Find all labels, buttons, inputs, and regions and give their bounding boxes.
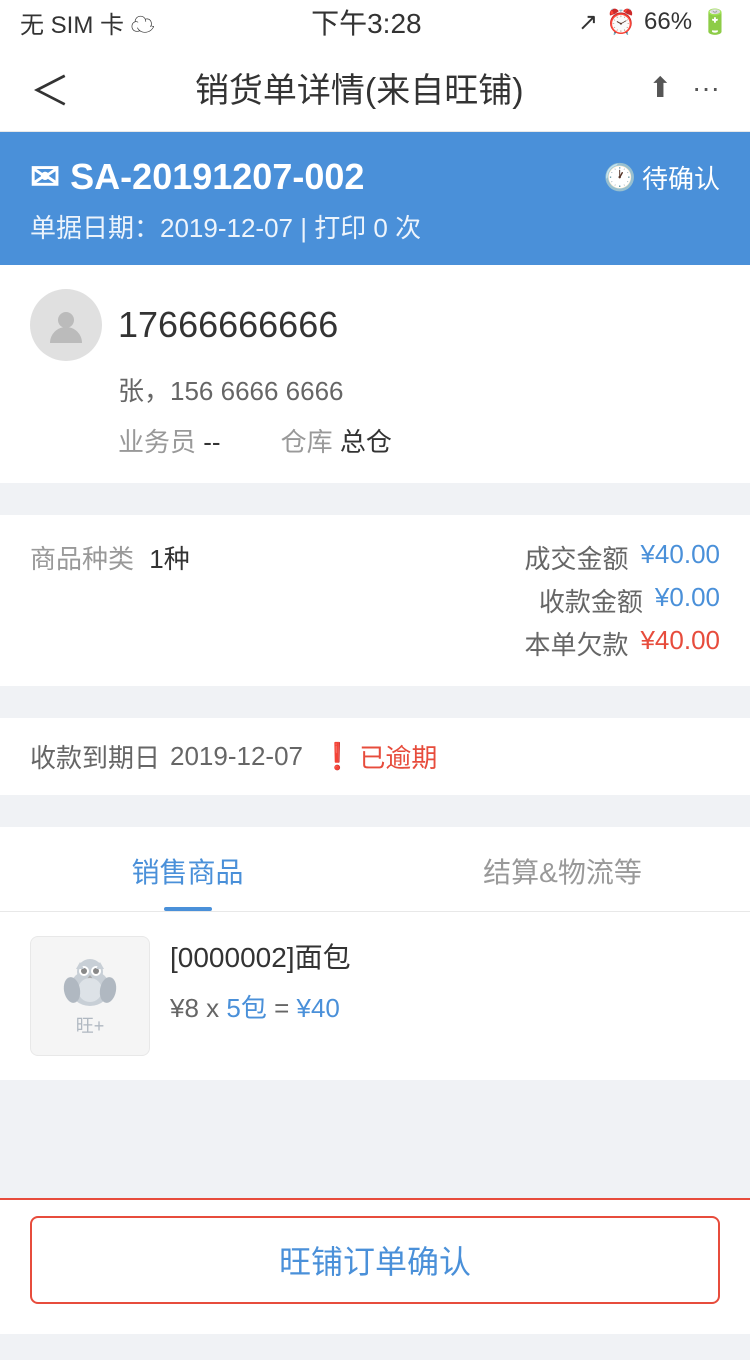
product-item: 旺+ [0000002]面包 ¥8 x 5包 = ¥40 (0, 912, 750, 1080)
status-right: ↗ ⏰ 66% 🔋 (578, 8, 730, 37)
customer-phone: 17666666666 (118, 304, 338, 346)
sim-status: 无 SIM 卡 ☁ (20, 5, 155, 40)
battery-icon: 🔋 (700, 8, 730, 37)
due-date-value: 2019-12-07 (170, 741, 303, 772)
order-status: 🕐 待确认 (604, 159, 720, 196)
product-info: [0000002]面包 ¥8 x 5包 = ¥40 (170, 936, 720, 1025)
overdue-icon: ❗ (321, 741, 353, 772)
tabs: 销售商品 结算&物流等 (0, 827, 750, 912)
received-amount: 收款金额 ¥0.00 (539, 582, 720, 619)
nav-bar: ＜ 销货单详情(来自旺铺) ⬆ ··· (0, 44, 750, 132)
tab-sales-product[interactable]: 销售商品 (0, 827, 375, 911)
order-id-row: ✉ SA-20191207-002 🕐 待确认 (30, 156, 720, 198)
salesperson-label: 业务员 -- (118, 422, 221, 459)
battery-level: 66% (644, 8, 692, 36)
product-type-label: 商品种类 (30, 544, 134, 574)
summary-row: 商品种类 1种 成交金额 ¥40.00 收款金额 ¥0.00 本单欠款 ¥40.… (30, 539, 720, 662)
order-id-icon: ✉ (30, 156, 60, 198)
status-time: 下午3:28 (311, 2, 422, 42)
product-equals: = (267, 993, 297, 1023)
debt-amount-value: ¥40.00 (640, 625, 720, 662)
tab-settlement[interactable]: 结算&物流等 (375, 827, 750, 911)
order-id-text: SA-20191207-002 (70, 156, 364, 198)
divider-3 (0, 811, 750, 827)
product-price: ¥8 x (170, 993, 226, 1023)
location-icon: ↗ (578, 8, 598, 37)
received-amount-value: ¥0.00 (655, 582, 720, 619)
product-owl-logo: 旺+ (60, 954, 120, 1038)
nav-right: ⬆ ··· (649, 71, 720, 104)
product-type-value: 1种 (149, 544, 189, 574)
back-button[interactable]: ＜ (30, 59, 70, 117)
amounts: 成交金额 ¥40.00 收款金额 ¥0.00 本单欠款 ¥40.00 (524, 539, 720, 662)
nav-left: ＜ (30, 59, 70, 117)
avatar (30, 289, 102, 361)
order-date: 单据日期：2019-12-07 | 打印 0 次 (30, 208, 720, 245)
product-section: 旺+ [0000002]面包 ¥8 x 5包 = ¥40 (0, 912, 750, 1080)
deal-amount: 成交金额 ¥40.00 (524, 539, 720, 576)
divider-1 (0, 499, 750, 515)
alarm-icon: ⏰ (606, 8, 636, 37)
due-date-card: 收款到期日 2019-12-07 ❗ 已逾期 (0, 718, 750, 795)
status-left: 无 SIM 卡 ☁ (20, 5, 155, 40)
confirm-order-button[interactable]: 旺铺订单确认 (30, 1216, 720, 1304)
product-total: ¥40 (296, 993, 339, 1023)
page-title: 销货单详情(来自旺铺) (195, 63, 524, 112)
customer-row: 17666666666 (30, 289, 720, 361)
order-header: ✉ SA-20191207-002 🕐 待确认 单据日期：2019-12-07 … (0, 132, 750, 265)
overdue-text: 已逾期 (359, 738, 437, 775)
overdue-badge: ❗ 已逾期 (321, 738, 437, 775)
status-text: 待确认 (642, 159, 720, 196)
product-image: 旺+ (30, 936, 150, 1056)
more-icon[interactable]: ··· (692, 72, 720, 104)
customer-meta: 业务员 -- 仓库 总仓 (118, 422, 720, 459)
status-clock-icon: 🕐 (604, 162, 636, 193)
status-bar: 无 SIM 卡 ☁ 下午3:28 ↗ ⏰ 66% 🔋 (0, 0, 750, 44)
divider-2 (0, 702, 750, 718)
due-date-label: 收款到期日 (30, 738, 160, 775)
share-icon[interactable]: ⬆ (649, 71, 672, 104)
bottom-bar: 旺铺订单确认 (0, 1198, 750, 1334)
debt-amount: 本单欠款 ¥40.00 (524, 625, 720, 662)
product-type: 商品种类 1种 (30, 539, 190, 576)
product-price-row: ¥8 x 5包 = ¥40 (170, 988, 720, 1025)
customer-name: 张，156 6666 6666 (118, 371, 720, 408)
deal-amount-value: ¥40.00 (640, 539, 720, 576)
product-name: [0000002]面包 (170, 936, 720, 976)
product-quantity: 5包 (226, 993, 266, 1023)
customer-card: 17666666666 张，156 6666 6666 业务员 -- 仓库 总仓 (0, 265, 750, 483)
order-id: ✉ SA-20191207-002 (30, 156, 364, 198)
summary-card: 商品种类 1种 成交金额 ¥40.00 收款金额 ¥0.00 本单欠款 ¥40.… (0, 515, 750, 686)
warehouse-info: 仓库 总仓 (281, 422, 392, 459)
